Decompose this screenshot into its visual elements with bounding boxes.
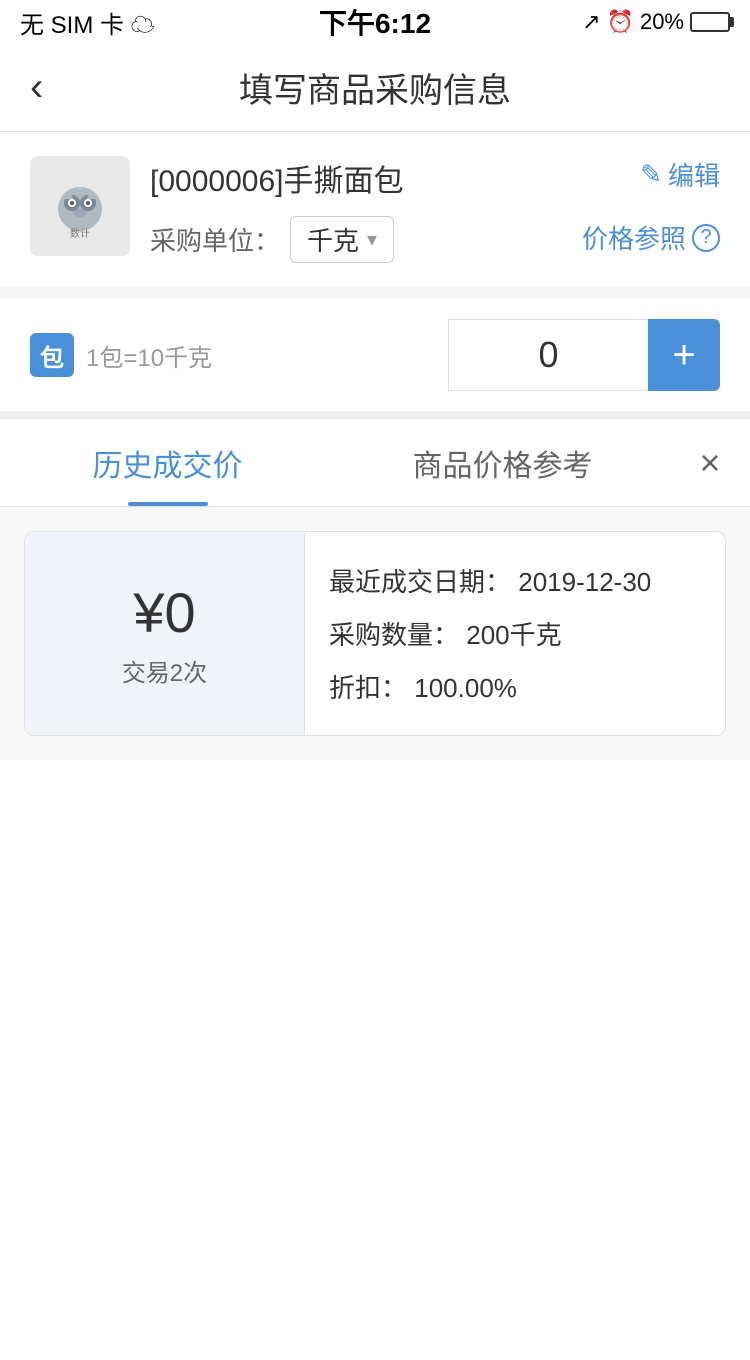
card-details-section: 最近成交日期： 2019-12-30 采购数量： 200千克 折扣： 100.0… [305,532,725,735]
unit-selector[interactable]: 千克 ▾ [290,216,394,263]
status-bar: 无 SIM 卡 ☁ 下午6:12 ↗ ⏰ 20% [0,0,750,44]
unit-badge: 包 [30,333,74,377]
status-left: 无 SIM 卡 ☁ [20,5,155,40]
purchase-qty-row: 采购数量： 200千克 [329,615,701,652]
recent-date-value: 2019-12-30 [518,567,651,597]
price-ref-button[interactable]: 价格参照 ? [582,219,720,256]
product-thumbnail: 数计 [30,156,130,256]
battery-icon [690,12,730,32]
status-time: 下午6:12 [319,2,431,42]
recent-date-row: 最近成交日期： 2019-12-30 [329,562,701,599]
card-trade-count: 交易2次 [122,653,207,688]
battery-percent: 20% [640,9,684,35]
status-right: ↗ ⏰ 20% [582,9,730,35]
unit-value: 千克 [307,221,359,258]
unit-dropdown-icon: ▾ [367,227,377,252]
price-number: 0 [165,581,196,644]
edit-icon: ✎ [640,159,662,190]
page-title: 填写商品采购信息 [239,63,511,112]
tab-active-indicator [128,502,208,506]
unit-convert-text: 1包=10千克 [86,338,212,373]
tab-history-price-label: 历史成交价 [93,441,243,485]
card-container: ¥0 交易2次 最近成交日期： 2019-12-30 采购数量： 200千克 折… [0,507,750,760]
nav-bar: ‹ 填写商品采购信息 [0,44,750,132]
product-name: [0000006]手撕面包 [150,156,403,200]
tab-bar: 历史成交价 商品价格参考 × [0,419,750,507]
history-card: ¥0 交易2次 最近成交日期： 2019-12-30 采购数量： 200千克 折… [24,531,726,736]
section-divider [0,287,750,299]
quantity-row: 包 1包=10千克 0 + [0,299,750,411]
price-symbol: ¥ [133,581,164,644]
discount-value: 100.00% [414,673,517,703]
location-icon: ↗ [582,9,600,35]
card-price-value: ¥0 [133,580,195,645]
product-section: 数计 [0000006]手撕面包 采购单位： 千克 ▾ ✎ 编辑 [0,132,750,287]
tab-history-price[interactable]: 历史成交价 [0,419,335,506]
price-ref-label: 价格参照 [582,219,686,256]
recent-date-label: 最近成交日期： [329,567,511,597]
edit-label: 编辑 [668,156,720,193]
quantity-input-row: 0 + [448,319,720,391]
discount-label: 折扣： [329,673,407,703]
sim-status: 无 SIM 卡 ☁ [20,5,155,40]
price-ref-help-icon: ? [692,224,720,252]
bottom-space [0,760,750,1360]
edit-button[interactable]: ✎ 编辑 [640,156,720,193]
quantity-input[interactable]: 0 [448,319,648,391]
unit-label: 采购单位： [150,221,280,258]
tab-product-price-ref[interactable]: 商品价格参考 [335,419,670,506]
alarm-icon: ⏰ [607,9,634,35]
back-button[interactable]: ‹ [30,65,90,110]
svg-text:数计: 数计 [70,227,90,240]
tab-close-button[interactable]: × [670,442,750,484]
purchase-qty-label: 采购数量： [329,620,459,650]
purchase-qty-value: 200千克 [466,620,561,650]
quantity-plus-button[interactable]: + [648,319,720,391]
tab-section-divider [0,411,750,419]
tab-product-price-ref-label: 商品价格参考 [413,441,593,485]
product-info: [0000006]手撕面包 采购单位： 千克 ▾ [150,156,403,263]
discount-row: 折扣： 100.00% [329,668,701,705]
card-price-section: ¥0 交易2次 [25,532,305,735]
product-logo-icon: 数计 [45,171,115,241]
